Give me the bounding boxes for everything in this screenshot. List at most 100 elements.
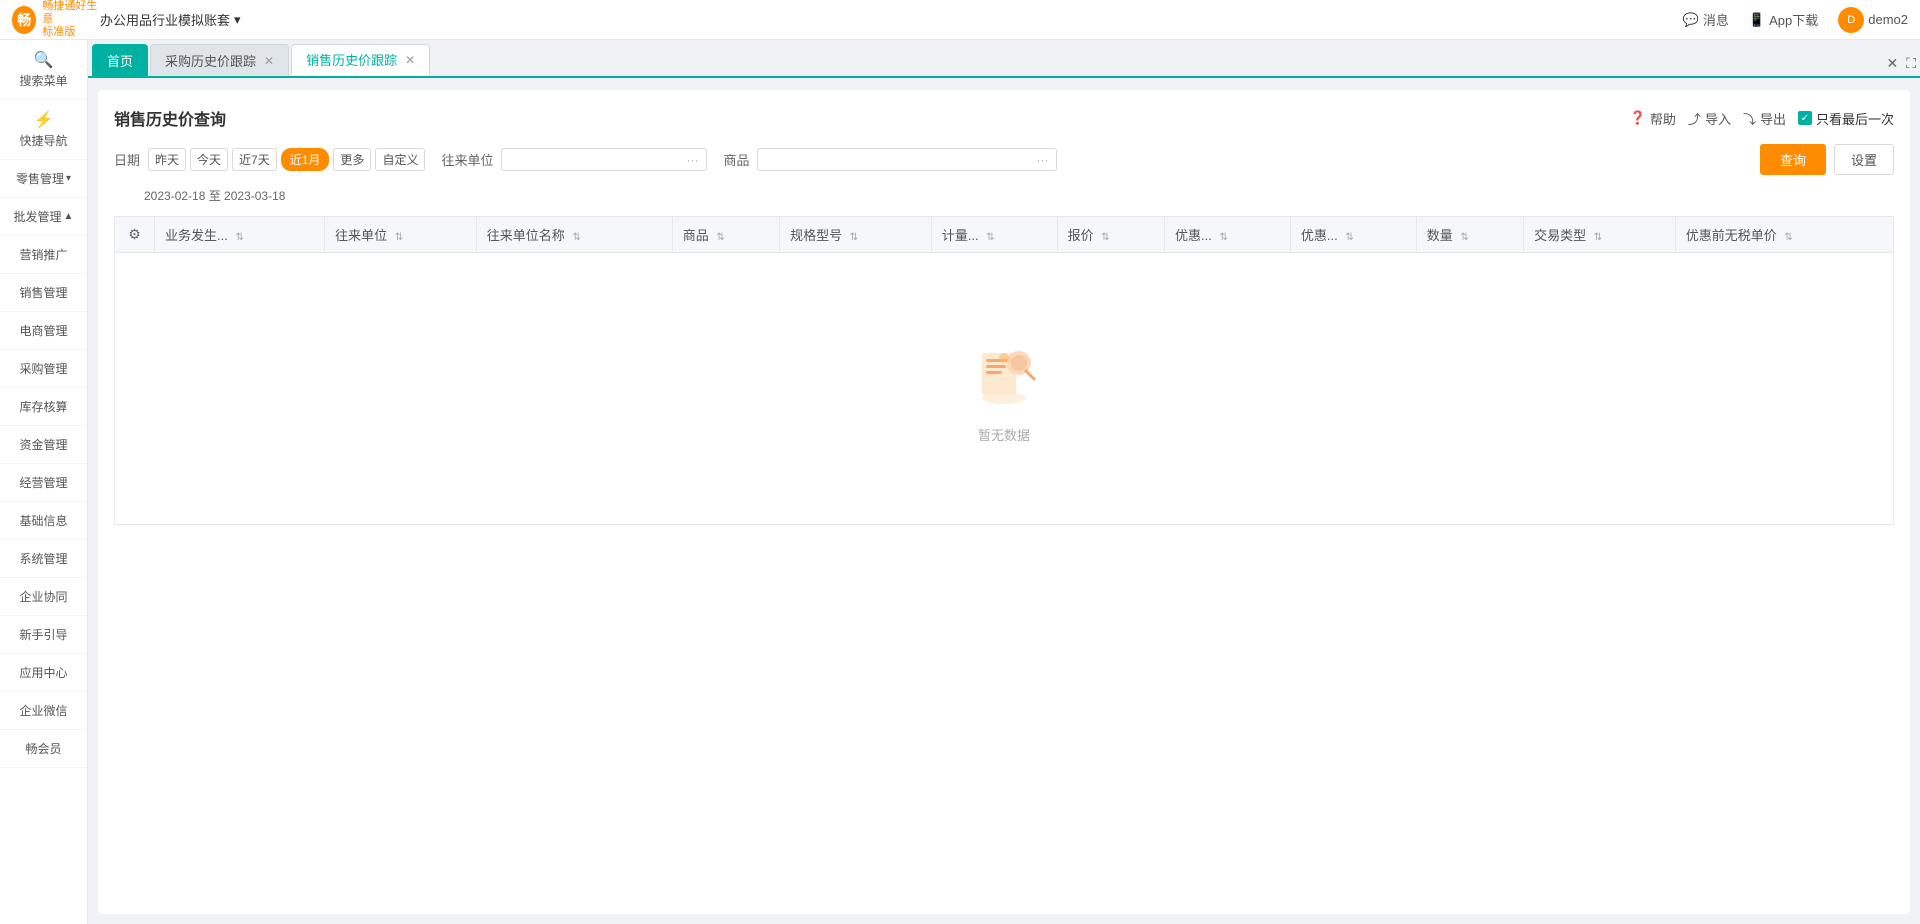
top-bar-right: 💬 消息 📱 App下载 D demo2 [1683, 7, 1908, 33]
sidebar-item-quicknav[interactable]: ⚡ 快捷导航 [0, 100, 87, 160]
tab-bar-actions: ✕ ⛶ [1886, 55, 1916, 76]
top-bar: 畅 畅捷通好生意 标准版 办公用品行业模拟账套 ▾ 💬 消息 📱 App下载 D… [0, 0, 1920, 40]
table-col-spec[interactable]: 规格型号 ⇅ [780, 217, 932, 253]
goods-label: 商品 [723, 150, 749, 169]
query-button[interactable]: 查询 [1760, 144, 1826, 175]
tab-home[interactable]: 首页 [92, 44, 148, 76]
table-col-quantity[interactable]: 数量 ⇅ [1416, 217, 1523, 253]
partner-dots-icon[interactable]: ··· [686, 153, 698, 167]
sidebar-item-operations[interactable]: 经营管理 [0, 464, 87, 502]
tab-purchase-close[interactable]: ✕ [264, 54, 274, 68]
col-partner-name-label: 往来单位名称 [487, 228, 565, 243]
sidebar-item-guide[interactable]: 新手引导 [0, 616, 87, 654]
sidebar-label-basic: 基础信息 [19, 512, 67, 529]
page-title: 销售历史价查询 [114, 106, 226, 130]
goods-input[interactable] [766, 152, 1036, 167]
col-quoted-price-label: 报价 [1068, 228, 1094, 243]
workspace-dropdown[interactable]: 办公用品行业模拟账套 ▾ [100, 10, 1683, 29]
sidebar-label-collab: 企业协同 [19, 588, 67, 605]
tab-sales[interactable]: 销售历史价跟踪 ✕ [291, 44, 430, 76]
workspace-label: 办公用品行业模拟账套 [100, 10, 230, 29]
sidebar-item-retail[interactable]: 零售管理 ▾ [0, 160, 87, 198]
sidebar-label-system: 系统管理 [19, 550, 67, 567]
tab-home-label: 首页 [107, 51, 133, 70]
tab-purchase-label: 采购历史价跟踪 [165, 51, 256, 70]
col-pretax-price-label: 优惠前无税单价 [1686, 228, 1777, 243]
sort-icon-spec: ⇅ [850, 232, 858, 243]
window-close-icon[interactable]: ✕ [1886, 55, 1898, 72]
window-maximize-icon[interactable]: ⛶ [1906, 55, 1916, 72]
gear-button[interactable]: ⚙ [128, 226, 141, 243]
sidebar-label-apps: 应用中心 [19, 664, 67, 681]
date-btn-today[interactable]: 今天 [190, 148, 228, 171]
table-col-discount2[interactable]: 优惠... ⇅ [1290, 217, 1416, 253]
export-button[interactable]: ⤵ 导出 [1743, 109, 1786, 128]
table-col-gear[interactable]: ⚙ [115, 217, 155, 253]
logo-text: 畅捷通好生意 标准版 [42, 0, 100, 39]
filter-row-1: 日期 昨天 今天 近7天 近1月 更多 自定义 往来单位 ··· 商品 [114, 144, 1894, 175]
user-area[interactable]: D demo2 [1838, 7, 1908, 33]
sidebar-item-basic[interactable]: 基础信息 [0, 502, 87, 540]
date-buttons: 昨天 今天 近7天 近1月 更多 自定义 [148, 148, 425, 171]
sidebar-item-member[interactable]: 畅会员 [0, 730, 87, 768]
table-col-partner-name[interactable]: 往来单位名称 ⇅ [476, 217, 672, 253]
import-label: 导入 [1705, 109, 1731, 128]
tab-sales-close[interactable]: ✕ [405, 53, 415, 67]
message-label: 消息 [1703, 10, 1729, 29]
table-col-pretax-price[interactable]: 优惠前无税单价 ⇅ [1675, 217, 1893, 253]
sidebar-item-wholesale[interactable]: 批发管理 ▲ [0, 198, 87, 236]
sidebar-item-marketing[interactable]: 营销推广 [0, 236, 87, 274]
sidebar-item-apps[interactable]: 应用中心 [0, 654, 87, 692]
settings-button[interactable]: 设置 [1834, 144, 1894, 175]
sidebar-item-search[interactable]: 🔍 搜索菜单 [0, 40, 87, 100]
goods-dots-icon[interactable]: ··· [1036, 153, 1048, 167]
user-name: demo2 [1868, 12, 1908, 27]
expand-icon-wholesale: ▲ [64, 211, 74, 222]
table-col-quoted-price[interactable]: 报价 ⇅ [1057, 217, 1164, 253]
table-col-unit[interactable]: 计量... ⇅ [931, 217, 1057, 253]
sidebar-item-collab[interactable]: 企业协同 [0, 578, 87, 616]
message-button[interactable]: 💬 消息 [1683, 10, 1729, 29]
sidebar-item-sales[interactable]: 销售管理 [0, 274, 87, 312]
last-only-checkbox[interactable]: ✓ [1798, 111, 1812, 125]
table-col-partner-code[interactable]: 往来单位 ⇅ [325, 217, 477, 253]
date-btn-more[interactable]: 更多 [333, 148, 371, 171]
partner-input[interactable] [510, 152, 686, 167]
date-btn-yesterday[interactable]: 昨天 [148, 148, 186, 171]
partner-filter-group: 往来单位 ··· [441, 148, 707, 171]
app-download-button[interactable]: 📱 App下载 [1749, 10, 1818, 29]
last-only-checkbox-area[interactable]: ✓ 只看最后一次 [1798, 109, 1894, 128]
sidebar-label-wechat: 企业微信 [19, 702, 67, 719]
table-col-biz-date[interactable]: 业务发生... ⇅ [155, 217, 325, 253]
sort-icon-biz-date: ⇅ [235, 232, 243, 243]
sidebar-label-quicknav: 快捷导航 [19, 132, 67, 149]
col-discount1-label: 优惠... [1175, 228, 1212, 243]
help-icon: ❓ [1630, 110, 1646, 126]
table-col-trade-type[interactable]: 交易类型 ⇅ [1524, 217, 1676, 253]
sidebar-item-finance[interactable]: 资金管理 [0, 426, 87, 464]
sort-icon-quantity: ⇅ [1460, 232, 1468, 243]
import-button[interactable]: ⤴ 导入 [1688, 109, 1731, 128]
sidebar-item-ecommerce[interactable]: 电商管理 [0, 312, 87, 350]
help-label: 帮助 [1650, 109, 1676, 128]
table-col-discount1[interactable]: 优惠... ⇅ [1165, 217, 1291, 253]
sidebar-item-purchase[interactable]: 采购管理 [0, 350, 87, 388]
partner-label: 往来单位 [441, 150, 493, 169]
date-btn-custom[interactable]: 自定义 [375, 148, 425, 171]
help-button[interactable]: ❓ 帮助 [1630, 109, 1676, 128]
sidebar-label-operations: 经营管理 [19, 474, 67, 491]
search-icon: 🔍 [34, 50, 54, 70]
sidebar-item-system[interactable]: 系统管理 [0, 540, 87, 578]
sidebar-item-inventory[interactable]: 库存核算 [0, 388, 87, 426]
sort-icon-discount2: ⇅ [1345, 232, 1353, 243]
sidebar-item-wechat[interactable]: 企业微信 [0, 692, 87, 730]
table-col-goods[interactable]: 商品 ⇅ [672, 217, 779, 253]
col-trade-type-label: 交易类型 [1534, 228, 1586, 243]
tab-purchase[interactable]: 采购历史价跟踪 ✕ [150, 44, 289, 76]
download-icon: 📱 [1749, 12, 1765, 28]
date-btn-last7[interactable]: 近7天 [232, 148, 277, 171]
partner-input-wrap: ··· [501, 148, 707, 171]
sidebar-label-marketing: 营销推广 [19, 246, 67, 263]
date-filter-label: 日期 [114, 150, 140, 169]
date-btn-last1m[interactable]: 近1月 [281, 148, 330, 171]
